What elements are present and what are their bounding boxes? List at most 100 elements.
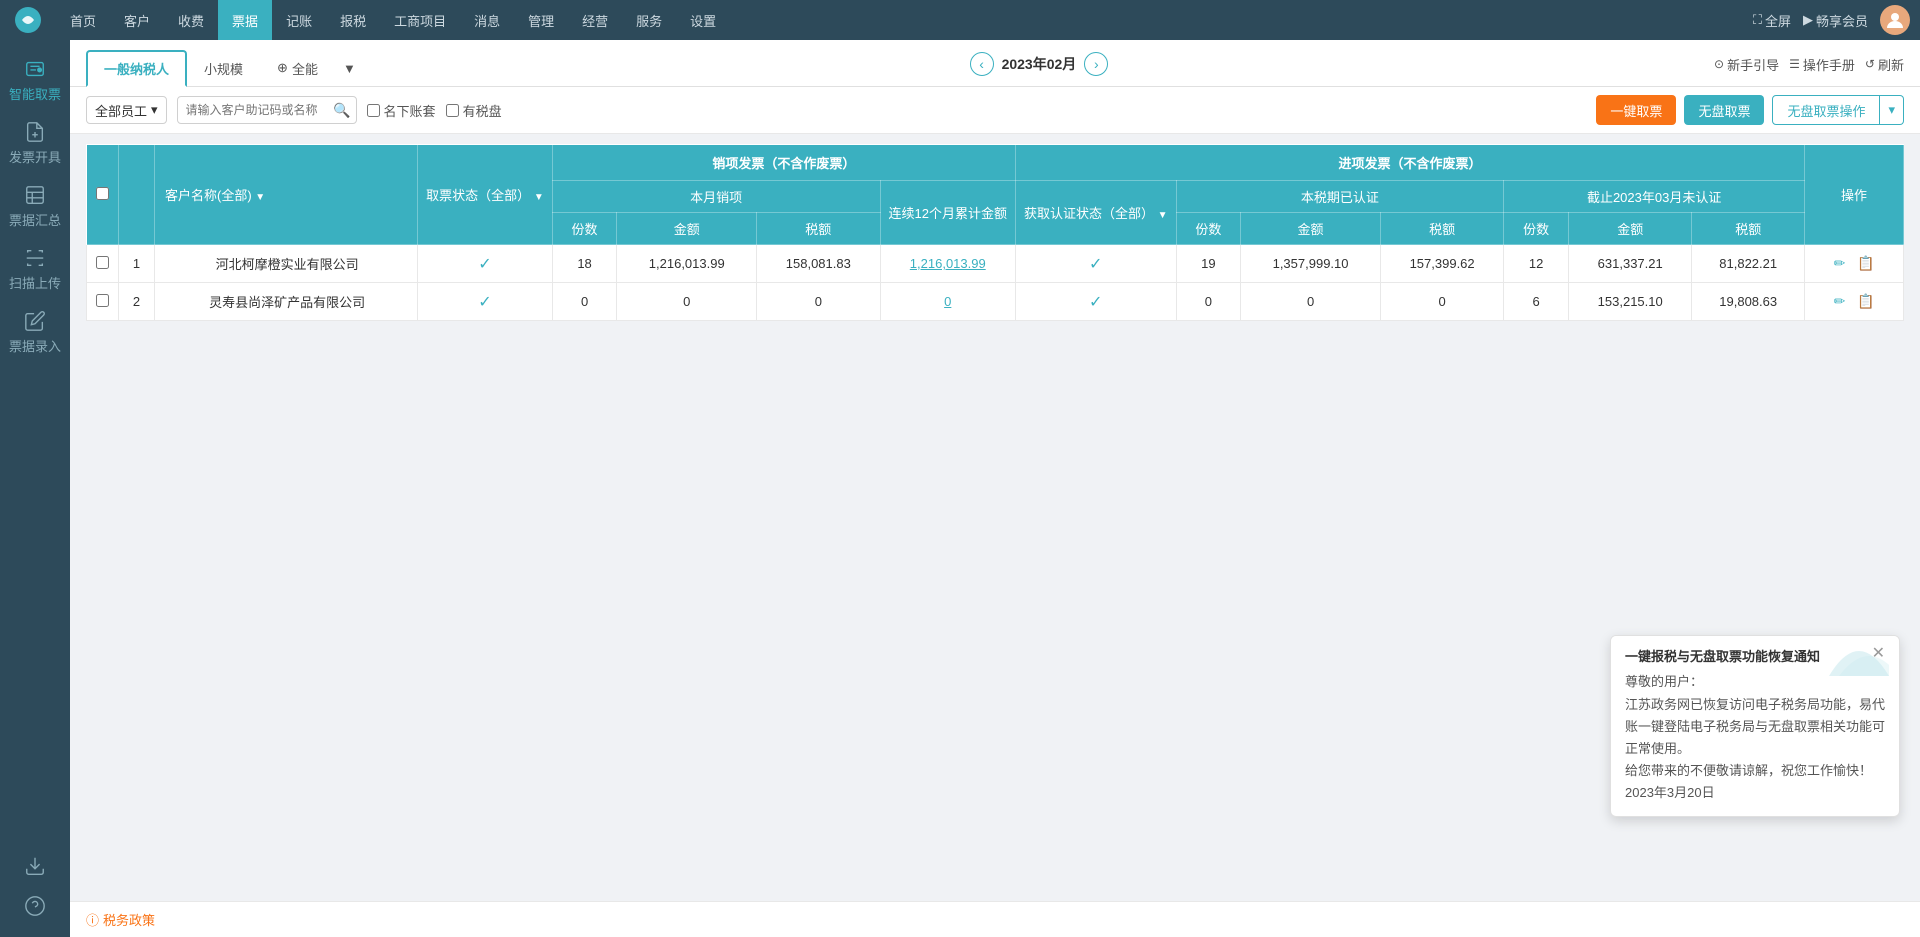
left-sidebar: 智能取票 发票开具 票据汇总 扫描上传: [0, 40, 70, 937]
th-status: 取票状态（全部） ▼: [418, 145, 553, 245]
member-btn[interactable]: ▶ 畅享会员: [1803, 11, 1868, 30]
no-disk-ops-split-btn[interactable]: ▾: [1880, 95, 1904, 125]
th-cert-status: 获取认证状态（全部） ▼: [1015, 181, 1176, 245]
nav-home[interactable]: 首页: [56, 0, 110, 40]
row-cert-status: ✓: [1015, 245, 1176, 283]
row-checkbox[interactable]: [96, 256, 109, 269]
row-index: 1: [119, 245, 155, 283]
nav-accounting[interactable]: 记账: [272, 0, 326, 40]
toolbar: 全部员工 ▾ 🔍 名下账套 有税盘 一键取票 无盘取票 无盘取票操作: [70, 87, 1920, 134]
nav-ticket[interactable]: 票据: [218, 0, 272, 40]
th-period-certified: 本税期已认证: [1176, 181, 1504, 213]
row-month-tax: 0: [757, 283, 880, 321]
date-navigation: ‹ 2023年02月 ›: [970, 52, 1109, 84]
table-row: 2 灵寿县尚泽矿产品有限公司 ✓ 0 0 0 0 ✓ 0 0 0 6 153,2…: [87, 283, 1904, 321]
no-disk-ops-btn[interactable]: 无盘取票操作: [1772, 95, 1880, 125]
tax-policy-link[interactable]: ⓘ 税务政策: [86, 910, 155, 929]
row-uncert-count: 12: [1504, 245, 1569, 283]
status-check-icon: ✓: [478, 256, 491, 273]
sidebar-help[interactable]: [3, 887, 67, 925]
row-cert-tax: 157,399.62: [1380, 245, 1503, 283]
notification-body: 尊敬的用户： 江苏政务网已恢复访问电子税务局功能，易代账一键登陆电子税务局与无盘…: [1611, 671, 1899, 816]
sidebar-item-invoice-issue[interactable]: 发票开具: [3, 113, 67, 174]
date-next-btn[interactable]: ›: [1084, 52, 1108, 76]
th-sales-header: 销项发票（不含作废票）: [552, 145, 1015, 181]
edit-btn[interactable]: ✏: [1830, 291, 1850, 312]
row-uncert-tax: 19,808.63: [1692, 283, 1805, 321]
row-cert-amount: 1,357,999.10: [1241, 245, 1381, 283]
cert-status-icon: ✓: [1089, 256, 1102, 273]
th-deadline-uncert: 截止2023年03月未认证: [1504, 181, 1805, 213]
search-icon[interactable]: 🔍: [333, 102, 350, 119]
nav-operation[interactable]: 经营: [568, 0, 622, 40]
status-check-icon: ✓: [478, 294, 491, 311]
filter-cert-icon[interactable]: ▼: [1158, 210, 1168, 221]
row-actions: ✏ 📋: [1804, 245, 1903, 283]
th-sales-tax: 税额: [757, 213, 880, 245]
sidebar-item-smart-ticket[interactable]: 智能取票: [3, 50, 67, 111]
nav-manage[interactable]: 管理: [514, 0, 568, 40]
tab-more-dropdown[interactable]: ▼: [335, 54, 364, 83]
refresh-link[interactable]: ↺ 刷新: [1865, 55, 1904, 74]
row-cert-count: 0: [1176, 283, 1241, 321]
row-checkbox[interactable]: [96, 294, 109, 307]
th-12month: 连续12个月累计金额: [880, 181, 1015, 245]
user-avatar[interactable]: [1880, 5, 1910, 35]
nav-client[interactable]: 客户: [110, 0, 164, 40]
nav-fee[interactable]: 收费: [164, 0, 218, 40]
my-accounts-checkbox[interactable]: [367, 104, 380, 117]
tab-small-scale[interactable]: 小规模: [187, 51, 260, 86]
nav-business[interactable]: 工商项目: [380, 0, 460, 40]
row-cert-count: 19: [1176, 245, 1241, 283]
nav-message[interactable]: 消息: [460, 0, 514, 40]
info-icon: ⓘ: [86, 910, 99, 929]
detail-btn[interactable]: 📋: [1853, 253, 1878, 274]
sidebar-item-summary[interactable]: 票据汇总: [3, 176, 67, 237]
row-uncert-amount: 631,337.21: [1569, 245, 1692, 283]
row-cumulative: 0: [880, 283, 1015, 321]
sidebar-download[interactable]: [3, 847, 67, 885]
checkbox-has-disk[interactable]: 有税盘: [446, 101, 502, 120]
th-index: [119, 145, 155, 245]
nav-tax[interactable]: 报税: [326, 0, 380, 40]
th-checkbox: [87, 145, 119, 245]
manual-link[interactable]: ☰ 操作手册: [1789, 55, 1855, 74]
row-actions: ✏ 📋: [1804, 283, 1903, 321]
cumulative-link[interactable]: 0: [944, 294, 951, 309]
row-cert-status: ✓: [1015, 283, 1176, 321]
cumulative-link[interactable]: 1,216,013.99: [910, 256, 986, 271]
row-month-tax: 158,081.83: [757, 245, 880, 283]
th-uncert-amount: 金额: [1569, 213, 1692, 245]
checkbox-my-accounts[interactable]: 名下账套: [367, 101, 436, 120]
all-icon: ⊕: [277, 60, 288, 76]
edit-btn[interactable]: ✏: [1830, 253, 1850, 274]
row-status: ✓: [418, 245, 553, 283]
sidebar-item-scan[interactable]: 扫描上传: [3, 239, 67, 300]
chevron-down-icon: ▾: [151, 102, 158, 118]
tab-general-taxpayer[interactable]: 一般纳税人: [86, 50, 187, 87]
row-checkbox-cell: [87, 283, 119, 321]
tab-all-in-one[interactable]: ⊕ 全能: [260, 51, 335, 86]
select-all-checkbox[interactable]: [96, 187, 109, 200]
filter-icon[interactable]: ▼: [255, 192, 265, 203]
page-footer: ⓘ 税务政策: [70, 901, 1920, 937]
has-disk-checkbox[interactable]: [446, 104, 459, 117]
one-click-ticket-btn[interactable]: 一键取票: [1596, 95, 1676, 125]
th-uncert-tax: 税额: [1692, 213, 1805, 245]
new-guide-link[interactable]: ⊙ 新手引导: [1714, 55, 1779, 74]
filter-icon-status[interactable]: ▼: [534, 192, 544, 203]
fullscreen-btn[interactable]: ⛶ 全屏: [1753, 11, 1791, 30]
row-cert-amount: 0: [1241, 283, 1381, 321]
sidebar-item-entry[interactable]: 票据录入: [3, 302, 67, 363]
th-action: 操作: [1804, 145, 1903, 245]
employee-select[interactable]: 全部员工 ▾: [86, 96, 167, 124]
nav-settings[interactable]: 设置: [676, 0, 730, 40]
row-status: ✓: [418, 283, 553, 321]
no-disk-ticket-btn[interactable]: 无盘取票: [1684, 95, 1764, 125]
search-input[interactable]: [177, 96, 357, 124]
notification-popup: 一键报税与无盘取票功能恢复通知 ✕ 尊敬的用户： 江苏政务网已恢复访问电子税务局…: [1610, 635, 1900, 817]
detail-btn[interactable]: 📋: [1853, 291, 1878, 312]
nav-service[interactable]: 服务: [622, 0, 676, 40]
row-cert-tax: 0: [1380, 283, 1503, 321]
date-prev-btn[interactable]: ‹: [970, 52, 994, 76]
